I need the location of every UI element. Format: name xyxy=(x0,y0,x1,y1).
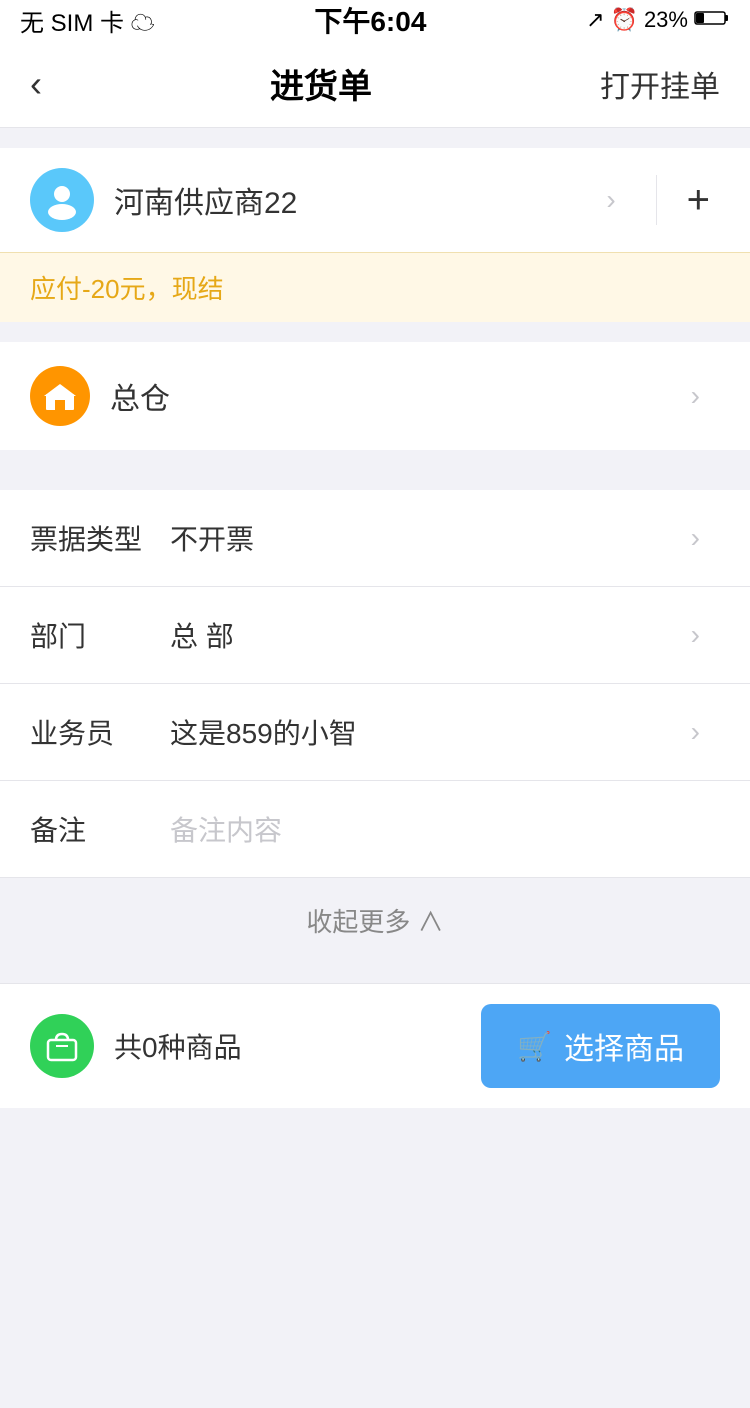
warehouse-name: 总仓 xyxy=(110,374,691,418)
shopping-bag-icon xyxy=(44,1028,80,1064)
invoice-value: 不开票 xyxy=(150,518,691,558)
chevron-right-icon: › xyxy=(691,522,700,554)
form-section: 票据类型 不开票 › 部门 总 部 › 业务员 这是859的小智 › 备注 备注… xyxy=(0,490,750,877)
invoice-label: 票据类型 xyxy=(30,518,150,558)
invoice-row[interactable]: 票据类型 不开票 › xyxy=(0,490,750,587)
section-gap-3 xyxy=(0,450,750,470)
select-product-button[interactable]: 🛒 选择商品 xyxy=(481,1004,720,1088)
chevron-right-icon: › xyxy=(691,380,700,412)
product-count-label: 共0种商品 xyxy=(114,1026,461,1066)
battery-icon xyxy=(694,7,730,33)
sales-label: 业务员 xyxy=(30,712,150,752)
status-time: 下午6:04 xyxy=(314,0,426,40)
warehouse-icon xyxy=(42,378,78,414)
sales-row[interactable]: 业务员 这是859的小智 › xyxy=(0,684,750,781)
person-icon xyxy=(42,180,82,220)
page-title: 进货单 xyxy=(270,59,372,108)
supplier-name: 河南供应商22 xyxy=(114,178,606,222)
section-gap-1 xyxy=(0,128,750,148)
supplier-row[interactable]: 河南供应商22 › + xyxy=(0,148,750,252)
add-button[interactable]: + xyxy=(677,178,720,223)
status-left: 无 SIM 卡 ☁ xyxy=(20,3,155,38)
page-background xyxy=(0,1108,750,1408)
sales-value: 这是859的小智 xyxy=(150,712,691,752)
product-icon-wrap xyxy=(30,1014,94,1078)
status-right: ↗ ⏰ 23% xyxy=(586,7,730,33)
section-gap-4 xyxy=(0,963,750,983)
chevron-right-icon: › xyxy=(691,619,700,651)
chevron-right-icon: › xyxy=(691,716,700,748)
select-btn-label: 选择商品 xyxy=(564,1024,684,1068)
dept-row[interactable]: 部门 总 部 › xyxy=(0,587,750,684)
bottom-bar: 共0种商品 🛒 选择商品 xyxy=(0,983,750,1108)
section-gap-2 xyxy=(0,322,750,342)
notice-text: 应付-20元，现结 xyxy=(30,274,224,304)
notice-bar: 应付-20元，现结 xyxy=(0,252,750,322)
warehouse-icon-wrap xyxy=(30,366,90,426)
collapse-label: 收起更多 ∧ xyxy=(306,907,443,937)
chevron-right-icon: › xyxy=(606,184,615,216)
back-button[interactable]: ‹ xyxy=(30,63,42,105)
alarm-icon: ⏰ xyxy=(611,7,638,33)
remark-input[interactable]: 备注内容 xyxy=(150,809,720,849)
vertical-divider xyxy=(656,175,657,225)
nav-bar: ‹ 进货单 打开挂单 xyxy=(0,40,750,128)
battery-label: 23% xyxy=(644,7,688,33)
remark-label: 备注 xyxy=(30,809,150,849)
sim-label: 无 SIM 卡 ☁ xyxy=(20,3,155,38)
collapse-bar[interactable]: 收起更多 ∧ xyxy=(0,877,750,963)
warehouse-row[interactable]: 总仓 › xyxy=(0,342,750,450)
location-icon: ↗ xyxy=(586,7,604,33)
warehouse-section: 总仓 › xyxy=(0,342,750,450)
open-pending-button[interactable]: 打开挂单 xyxy=(600,62,720,106)
dept-value: 总 部 xyxy=(150,615,691,655)
cart-icon: 🛒 xyxy=(517,1030,552,1063)
remark-row[interactable]: 备注 备注内容 xyxy=(0,781,750,877)
dept-label: 部门 xyxy=(30,615,150,655)
supplier-section: 河南供应商22 › + 应付-20元，现结 xyxy=(0,148,750,322)
supplier-avatar xyxy=(30,168,94,232)
status-bar: 无 SIM 卡 ☁ 下午6:04 ↗ ⏰ 23% xyxy=(0,0,750,40)
